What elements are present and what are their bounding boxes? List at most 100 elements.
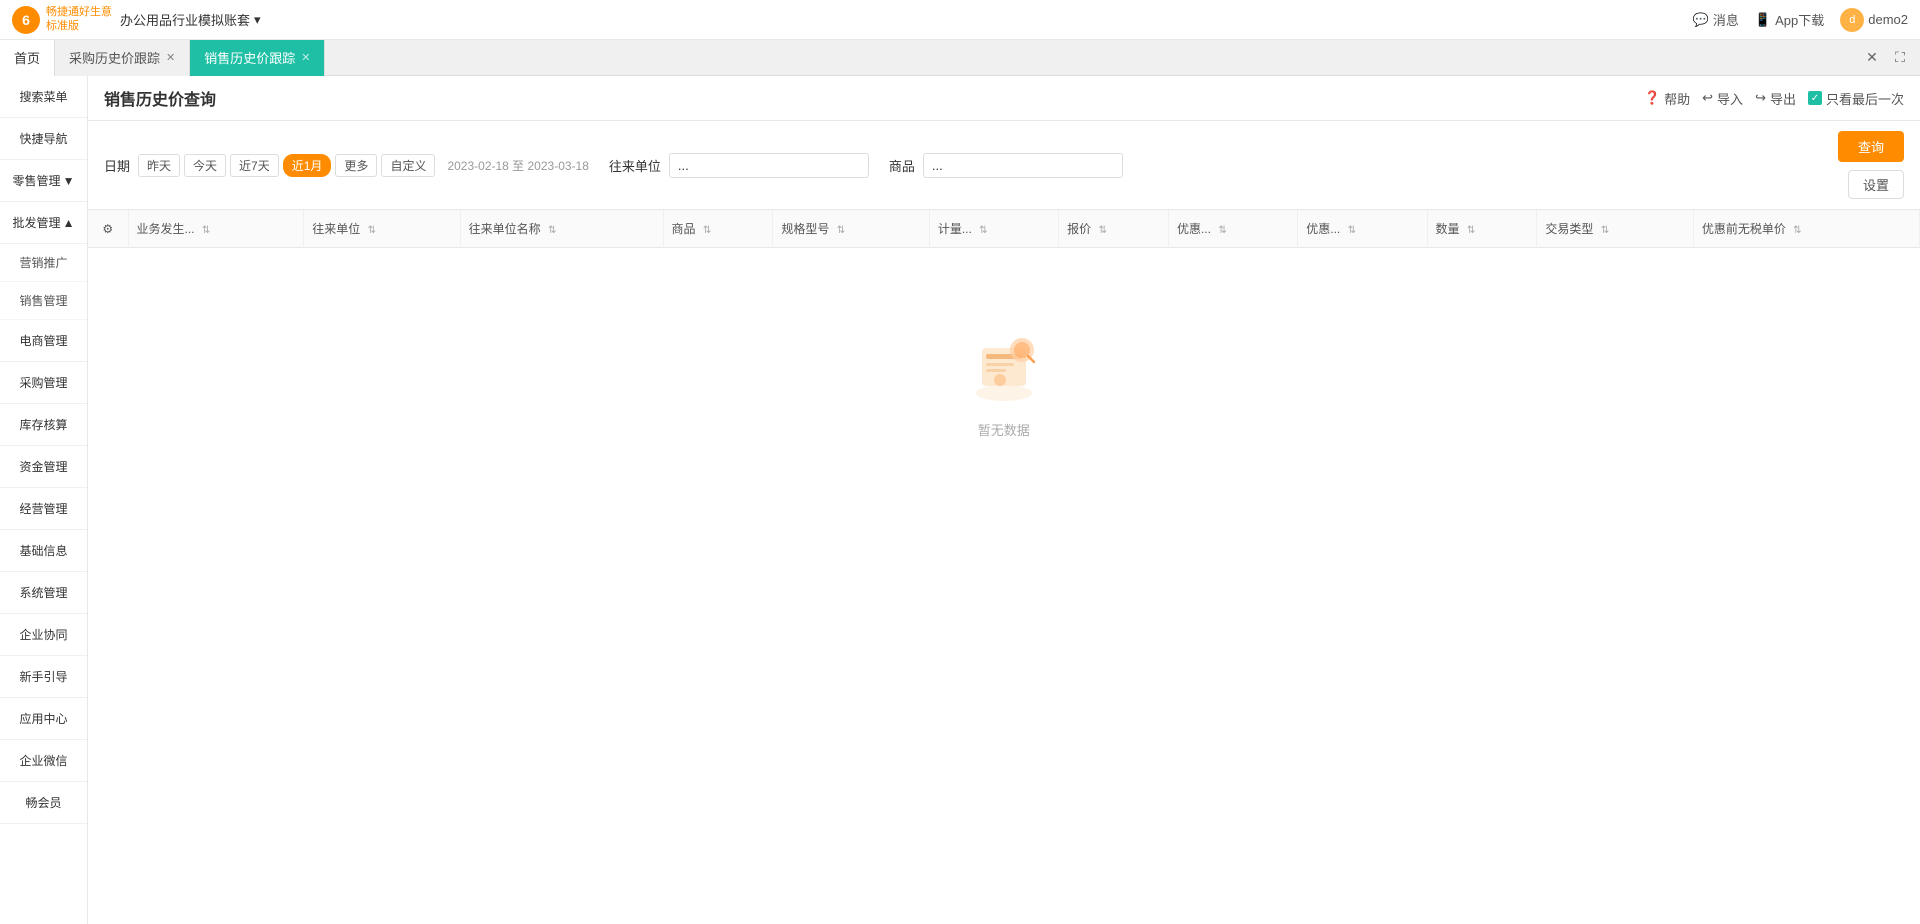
sort-icon: ⇅ — [1348, 225, 1356, 236]
only-last-checkbox[interactable]: ✓ — [1808, 91, 1822, 105]
sidebar-item-guide[interactable]: 新手引导 — [0, 656, 87, 698]
col-spec[interactable]: 规格型号 ⇅ — [773, 210, 929, 248]
chevron-up-icon: ▲ — [63, 216, 75, 230]
help-button[interactable]: ❓ 帮助 — [1644, 89, 1690, 108]
tab-home[interactable]: 首页 — [0, 40, 55, 76]
sort-icon: ⇅ — [1218, 225, 1226, 236]
col-trade-type[interactable]: 交易类型 ⇅ — [1537, 210, 1693, 248]
col-partner-code[interactable]: 往来单位 ⇅ — [304, 210, 460, 248]
page-header: 销售历史价查询 ❓ 帮助 ↩ 导入 ↪ 导出 ✓ 只看最后一次 — [88, 76, 1920, 121]
logo-text: 畅捷通好生意 标准版 — [46, 6, 112, 32]
sidebar-item-cooperation[interactable]: 企业协同 — [0, 614, 87, 656]
date-btn-7days[interactable]: 近7天 — [230, 154, 279, 177]
sidebar-item-wholesale[interactable]: 批发管理 ▲ — [0, 202, 87, 244]
close-sales-tab-icon[interactable]: ✕ — [301, 51, 310, 64]
message-icon: 💬 — [1693, 12, 1709, 28]
sort-icon: ⇅ — [368, 225, 376, 236]
sidebar-item-search[interactable]: 搜索菜单 — [0, 76, 87, 118]
partner-filter-label: 往来单位 — [609, 156, 661, 175]
table-container: ⚙ 业务发生... ⇅ 往来单位 ⇅ 往来单位名称 ⇅ — [88, 210, 1920, 924]
product-filter-label: 商品 — [889, 156, 915, 175]
col-settings[interactable]: ⚙ — [88, 210, 128, 248]
import-icon: ↩ — [1702, 90, 1713, 106]
sidebar-item-ecommerce[interactable]: 电商管理 — [0, 320, 87, 362]
sort-icon: ⇅ — [703, 225, 711, 236]
tab-sales-history[interactable]: 销售历史价跟踪 ✕ — [190, 40, 325, 76]
product-input-dots: ... — [932, 158, 943, 173]
sidebar-item-operations[interactable]: 经营管理 — [0, 488, 87, 530]
only-last-checkbox-label[interactable]: ✓ 只看最后一次 — [1808, 89, 1904, 108]
sort-icon: ⇅ — [1601, 225, 1609, 236]
chevron-down-icon: ▼ — [63, 174, 75, 188]
sidebar-item-system[interactable]: 系统管理 — [0, 572, 87, 614]
query-button[interactable]: 查询 — [1838, 131, 1904, 162]
user-menu[interactable]: d demo2 — [1840, 8, 1908, 32]
topbar: 6 畅捷通好生意 标准版 办公用品行业模拟账套 ▾ 💬 消息 📱 App下载 d… — [0, 0, 1920, 40]
sidebar-item-wechat[interactable]: 企业微信 — [0, 740, 87, 782]
sort-icon: ⇅ — [548, 225, 556, 236]
date-btn-yesterday[interactable]: 昨天 — [138, 154, 180, 177]
tabbar: 首页 采购历史价跟踪 ✕ 销售历史价跟踪 ✕ ✕ ⛶ — [0, 40, 1920, 76]
logo-area: 6 畅捷通好生意 标准版 — [12, 6, 112, 34]
data-table: ⚙ 业务发生... ⇅ 往来单位 ⇅ 往来单位名称 ⇅ — [88, 210, 1920, 519]
col-quote-price[interactable]: 报价 ⇅ — [1059, 210, 1169, 248]
download-icon: 📱 — [1755, 12, 1771, 28]
sidebar-item-finance[interactable]: 资金管理 — [0, 446, 87, 488]
main-layout: 搜索菜单 快捷导航 零售管理 ▼ 批发管理 ▲ 营销推广 销售管理 电商管理 采… — [0, 76, 1920, 924]
tab-purchase-history[interactable]: 采购历史价跟踪 ✕ — [55, 40, 190, 76]
sidebar-item-shortcut[interactable]: 快捷导航 — [0, 118, 87, 160]
col-discount1[interactable]: 优惠... ⇅ — [1168, 210, 1297, 248]
filter-bar: 日期 昨天 今天 近7天 近1月 更多 自定义 2023-02-18 至 202… — [88, 121, 1920, 210]
date-btn-today[interactable]: 今天 — [184, 154, 226, 177]
maximize-button[interactable]: ⛶ — [1888, 46, 1912, 70]
topbar-right: 💬 消息 📱 App下载 d demo2 — [1693, 8, 1908, 32]
sidebar-item-inventory[interactable]: 库存核算 — [0, 404, 87, 446]
sidebar-item-purchase[interactable]: 采购管理 — [0, 362, 87, 404]
sort-icon: ⇅ — [1098, 225, 1106, 236]
sort-icon: ⇅ — [1793, 225, 1801, 236]
col-discount2[interactable]: 优惠... ⇅ — [1298, 210, 1427, 248]
date-btn-more[interactable]: 更多 — [335, 154, 377, 177]
app-download-button[interactable]: 📱 App下载 — [1755, 10, 1824, 29]
close-all-tabs-button[interactable]: ✕ — [1860, 46, 1884, 70]
content-area: 销售历史价查询 ❓ 帮助 ↩ 导入 ↪ 导出 ✓ 只看最后一次 — [88, 76, 1920, 924]
col-partner-name[interactable]: 往来单位名称 ⇅ — [460, 210, 663, 248]
settings-button[interactable]: 设置 — [1848, 170, 1904, 199]
sidebar-item-member[interactable]: 畅会员 — [0, 782, 87, 824]
page-actions: ❓ 帮助 ↩ 导入 ↪ 导出 ✓ 只看最后一次 — [1644, 89, 1904, 108]
industry-selector[interactable]: 办公用品行业模拟账套 ▾ — [120, 10, 261, 29]
sort-icon: ⇅ — [837, 225, 845, 236]
message-button[interactable]: 💬 消息 — [1693, 10, 1739, 29]
col-quantity[interactable]: 数量 ⇅ — [1427, 210, 1537, 248]
export-button[interactable]: ↪ 导出 — [1755, 89, 1796, 108]
col-unit[interactable]: 计量... ⇅ — [929, 210, 1058, 248]
sidebar-item-sales-mgmt[interactable]: 销售管理 — [0, 282, 87, 320]
chevron-down-icon: ▾ — [254, 12, 261, 28]
page-title: 销售历史价查询 — [104, 86, 216, 110]
product-filter-group: 商品 ... — [889, 153, 1123, 178]
close-purchase-tab-icon[interactable]: ✕ — [166, 51, 175, 64]
sidebar: 搜索菜单 快捷导航 零售管理 ▼ 批发管理 ▲ 营销推广 销售管理 电商管理 采… — [0, 76, 88, 924]
sidebar-item-retail[interactable]: 零售管理 ▼ — [0, 160, 87, 202]
date-btn-custom[interactable]: 自定义 — [381, 154, 435, 177]
date-btn-1month[interactable]: 近1月 — [283, 154, 332, 177]
col-biz-date[interactable]: 业务发生... ⇅ — [128, 210, 304, 248]
export-icon: ↪ — [1755, 90, 1766, 106]
sidebar-item-basic-info[interactable]: 基础信息 — [0, 530, 87, 572]
sidebar-item-app-center[interactable]: 应用中心 — [0, 698, 87, 740]
sidebar-item-marketing[interactable]: 营销推广 — [0, 244, 87, 282]
col-pre-tax-price[interactable]: 优惠前无税单价 ⇅ — [1693, 210, 1919, 248]
sort-icon: ⇅ — [1467, 225, 1475, 236]
partner-input[interactable]: ... — [669, 153, 869, 178]
empty-icon — [964, 328, 1044, 408]
logo-icon: 6 — [12, 6, 40, 34]
col-product[interactable]: 商品 ⇅ — [663, 210, 773, 248]
product-input[interactable]: ... — [923, 153, 1123, 178]
topbar-left: 6 畅捷通好生意 标准版 办公用品行业模拟账套 ▾ — [12, 6, 261, 34]
empty-text: 暂无数据 — [978, 420, 1030, 439]
sort-icon: ⇅ — [979, 225, 987, 236]
table-header-row: ⚙ 业务发生... ⇅ 往来单位 ⇅ 往来单位名称 ⇅ — [88, 210, 1920, 248]
date-filter-label: 日期 — [104, 156, 130, 175]
filter-right: 查询 设置 — [1838, 131, 1904, 199]
import-button[interactable]: ↩ 导入 — [1702, 89, 1743, 108]
